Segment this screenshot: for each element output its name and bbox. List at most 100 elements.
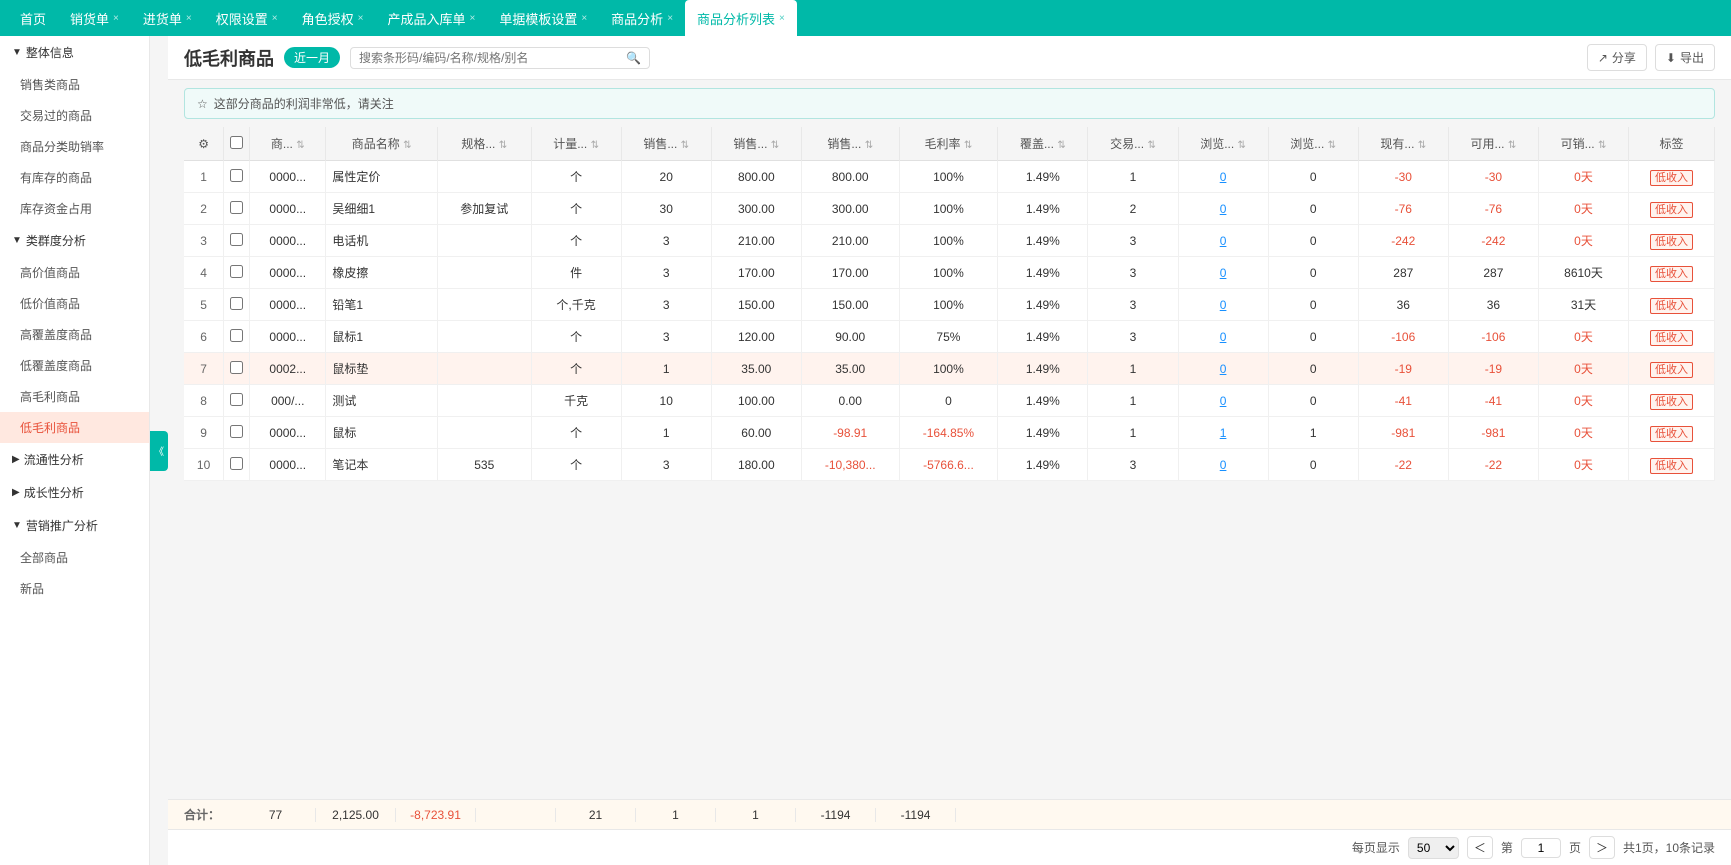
sidebar-section-flow[interactable]: ▶ 流通性分析	[0, 443, 149, 476]
col-current-stock[interactable]: 现有... ⇅	[1358, 127, 1448, 161]
col-spec[interactable]: 规格... ⇅	[437, 127, 531, 161]
row-view1[interactable]: 0	[1178, 225, 1268, 257]
sidebar-item-high-margin[interactable]: 高毛利商品	[0, 381, 149, 412]
nav-home[interactable]: 首页	[8, 0, 58, 36]
close-icon[interactable]: ×	[113, 13, 119, 24]
close-icon[interactable]: ×	[358, 13, 364, 24]
row-view1[interactable]: 0	[1178, 353, 1268, 385]
row-view1[interactable]: 0	[1178, 193, 1268, 225]
share-button[interactable]: ↗ 分享	[1587, 44, 1647, 71]
row-select-checkbox[interactable]	[230, 361, 243, 374]
nav-product-entry[interactable]: 产成品入库单 ×	[375, 0, 487, 36]
col-available-stock[interactable]: 可用... ⇅	[1448, 127, 1538, 161]
row-view1[interactable]: 0	[1178, 449, 1268, 481]
close-icon[interactable]: ×	[469, 13, 475, 24]
sidebar-item-high-value[interactable]: 高价值商品	[0, 257, 149, 288]
nav-permissions[interactable]: 权限设置 ×	[204, 0, 290, 36]
row-view1[interactable]: 0	[1178, 289, 1268, 321]
row-select-checkbox[interactable]	[230, 425, 243, 438]
sidebar-item-new-products[interactable]: 新品	[0, 573, 149, 604]
close-icon[interactable]: ×	[581, 13, 587, 24]
row-view1[interactable]: 0	[1178, 385, 1268, 417]
sidebar-item-sales-products[interactable]: 销售类商品	[0, 69, 149, 100]
col-sales-qty[interactable]: 销售... ⇅	[621, 127, 711, 161]
export-button[interactable]: ⬇ 导出	[1655, 44, 1715, 71]
row-select-checkbox[interactable]	[230, 329, 243, 342]
row-view2: 0	[1268, 385, 1358, 417]
row-checkbox[interactable]	[224, 289, 250, 321]
col-margin[interactable]: 毛利率 ⇅	[899, 127, 998, 161]
col-trade[interactable]: 交易... ⇅	[1088, 127, 1178, 161]
row-checkbox[interactable]	[224, 449, 250, 481]
row-checkbox[interactable]	[224, 321, 250, 353]
row-select-checkbox[interactable]	[230, 233, 243, 246]
search-icon[interactable]: 🔍	[626, 51, 641, 65]
row-saleable-days: 0天	[1538, 385, 1628, 417]
sidebar-item-capital-occupy[interactable]: 库存资金占用	[0, 193, 149, 224]
sidebar-item-low-coverage[interactable]: 低覆盖度商品	[0, 350, 149, 381]
sidebar-section-growth[interactable]: ▶ 成长性分析	[0, 476, 149, 509]
col-saleable-days[interactable]: 可销... ⇅	[1538, 127, 1628, 161]
row-select-checkbox[interactable]	[230, 169, 243, 182]
nav-role-auth[interactable]: 角色授权 ×	[290, 0, 376, 36]
nav-purchase-order[interactable]: 进货单 ×	[131, 0, 204, 36]
col-view2[interactable]: 浏览... ⇅	[1268, 127, 1358, 161]
close-icon[interactable]: ×	[186, 13, 192, 24]
sidebar-collapse-button[interactable]: 《	[150, 431, 168, 471]
col-code[interactable]: 商... ⇅	[250, 127, 326, 161]
sort-icon: ⇅	[1147, 140, 1155, 151]
col-sales-amount[interactable]: 销售... ⇅	[711, 127, 801, 161]
sidebar-item-all-products[interactable]: 全部商品	[0, 542, 149, 573]
col-view1[interactable]: 浏览... ⇅	[1178, 127, 1268, 161]
row-checkbox[interactable]	[224, 193, 250, 225]
sidebar-item-high-coverage[interactable]: 高覆盖度商品	[0, 319, 149, 350]
row-select-checkbox[interactable]	[230, 393, 243, 406]
nav-product-analysis[interactable]: 商品分析 ×	[599, 0, 685, 36]
row-checkbox[interactable]	[224, 161, 250, 193]
row-select-checkbox[interactable]	[230, 265, 243, 278]
page-number-input[interactable]	[1521, 838, 1561, 858]
sidebar-item-traded-products[interactable]: 交易过的商品	[0, 100, 149, 131]
row-view2: 1	[1268, 417, 1358, 449]
col-name[interactable]: 商品名称 ⇅	[326, 127, 438, 161]
close-icon[interactable]: ×	[667, 13, 673, 24]
col-sales-profit[interactable]: 销售... ⇅	[801, 127, 899, 161]
row-view1[interactable]: 1	[1178, 417, 1268, 449]
col-coverage[interactable]: 覆盖... ⇅	[998, 127, 1088, 161]
sidebar-section-marketing[interactable]: ▼ 营销推广分析	[0, 509, 149, 542]
sidebar-item-in-stock[interactable]: 有库存的商品	[0, 162, 149, 193]
sidebar-section-overall[interactable]: ▼ 整体信息	[0, 36, 149, 69]
nav-sales-order[interactable]: 销货单 ×	[58, 0, 131, 36]
per-page-select[interactable]: 50 100 200	[1408, 837, 1459, 859]
row-checkbox[interactable]	[224, 353, 250, 385]
content-area: 低毛利商品 近一月 🔍 ↗ 分享 ⬇ 导出 ☆ 这部分商品的利润非常低，请关注	[168, 36, 1731, 865]
select-all-checkbox[interactable]	[230, 136, 243, 149]
row-checkbox[interactable]	[224, 225, 250, 257]
row-view1[interactable]: 0	[1178, 257, 1268, 289]
row-checkbox[interactable]	[224, 385, 250, 417]
prev-page-button[interactable]: ＜	[1467, 836, 1493, 859]
next-page-button[interactable]: ＞	[1589, 836, 1615, 859]
nav-template-settings[interactable]: 单据模板设置 ×	[487, 0, 599, 36]
search-input[interactable]	[359, 51, 626, 65]
row-select-checkbox[interactable]	[230, 457, 243, 470]
sidebar-section-cluster[interactable]: ▼ 类群度分析	[0, 224, 149, 257]
sidebar-item-low-margin[interactable]: 低毛利商品	[0, 412, 149, 443]
close-icon[interactable]: ×	[779, 13, 785, 24]
close-icon[interactable]: ×	[272, 13, 278, 24]
row-select-checkbox[interactable]	[230, 201, 243, 214]
sidebar-item-category-assist[interactable]: 商品分类助销率	[0, 131, 149, 162]
row-tag: 低收入	[1629, 353, 1715, 385]
row-view1[interactable]: 0	[1178, 321, 1268, 353]
sidebar-item-low-value[interactable]: 低价值商品	[0, 288, 149, 319]
row-view1[interactable]: 0	[1178, 161, 1268, 193]
row-checkbox[interactable]	[224, 257, 250, 289]
row-checkbox[interactable]	[224, 417, 250, 449]
row-available-stock: -981	[1448, 417, 1538, 449]
col-tag[interactable]: 标签	[1629, 127, 1715, 161]
time-filter-button[interactable]: 近一月	[284, 47, 340, 68]
nav-product-analysis-list[interactable]: 商品分析列表 ×	[685, 0, 797, 36]
col-unit[interactable]: 计量... ⇅	[531, 127, 621, 161]
col-settings[interactable]: ⚙	[184, 127, 224, 161]
row-select-checkbox[interactable]	[230, 297, 243, 310]
